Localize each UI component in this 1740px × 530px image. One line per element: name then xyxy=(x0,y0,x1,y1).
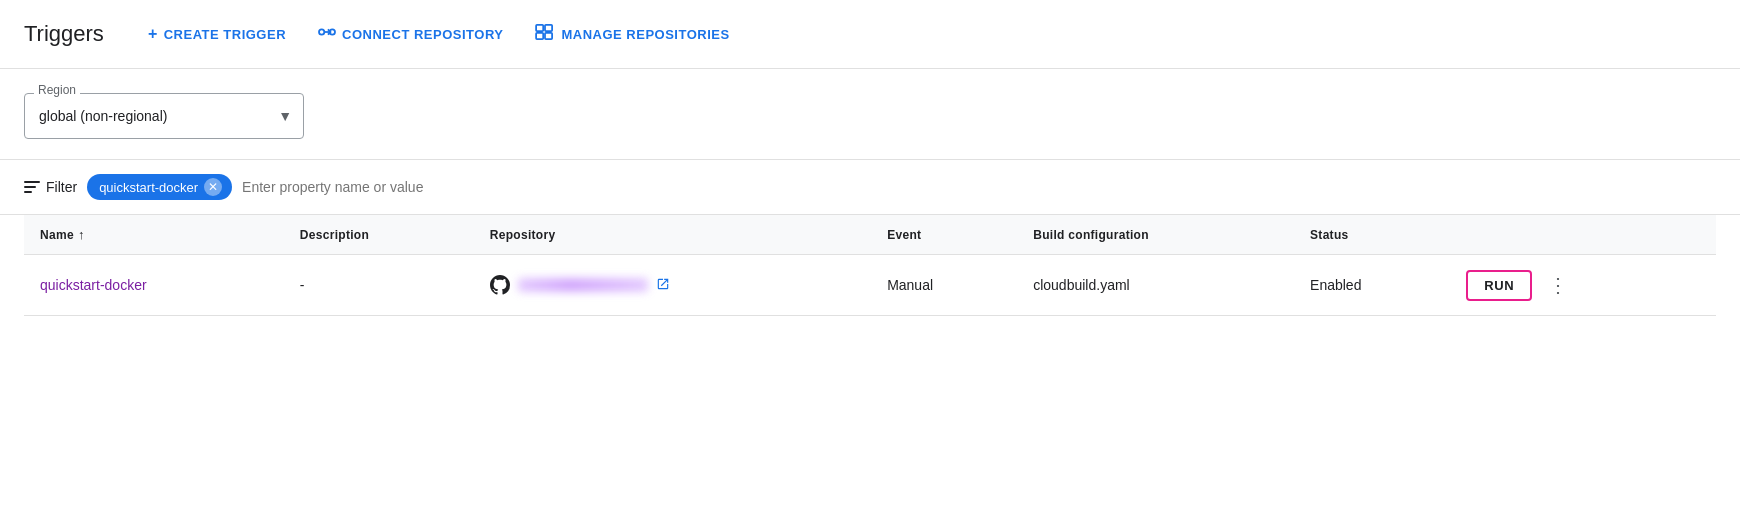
col-event: Event xyxy=(871,215,1017,255)
region-select[interactable]: global (non-regional) us-central1 us-eas… xyxy=(24,93,304,139)
filter-bar: Filter quickstart-docker ✕ xyxy=(0,160,1740,215)
repo-name-blurred xyxy=(518,278,648,292)
svg-rect-6 xyxy=(545,33,552,39)
external-link-icon[interactable] xyxy=(656,277,670,294)
trigger-build-config-cell: cloudbuild.yaml xyxy=(1017,255,1294,316)
table-row: quickstart-docker - xyxy=(24,255,1716,316)
filter-input[interactable] xyxy=(242,179,1716,195)
col-repository: Repository xyxy=(474,215,871,255)
connect-icon xyxy=(318,24,336,44)
trigger-actions-cell: RUN ⋮ xyxy=(1450,255,1716,316)
svg-point-0 xyxy=(319,29,324,34)
col-status: Status xyxy=(1294,215,1450,255)
region-selector: Region global (non-regional) us-central1… xyxy=(24,93,304,139)
page-header: Triggers + CREATE TRIGGER CONNECT REPOSI… xyxy=(0,0,1740,69)
trigger-name-link[interactable]: quickstart-docker xyxy=(40,277,147,293)
table-header-row: Name ↑ Description Repository Event Buil… xyxy=(24,215,1716,255)
region-section: Region global (non-regional) us-central1… xyxy=(0,69,1740,160)
trigger-description-cell: - xyxy=(284,255,474,316)
plus-icon: + xyxy=(148,25,158,43)
triggers-table: Name ↑ Description Repository Event Buil… xyxy=(24,215,1716,316)
github-icon xyxy=(490,275,510,295)
col-description: Description xyxy=(284,215,474,255)
page-title: Triggers xyxy=(24,21,104,47)
filter-chip-label: quickstart-docker xyxy=(99,180,198,195)
sort-icon: ↑ xyxy=(78,227,85,242)
header-actions: + CREATE TRIGGER CONNECT REPOSITORY xyxy=(136,16,742,52)
trigger-repository-cell xyxy=(474,255,871,316)
manage-repos-icon xyxy=(535,24,555,44)
trigger-status-cell: Enabled xyxy=(1294,255,1450,316)
filter-icon xyxy=(24,181,40,193)
row-actions: RUN ⋮ xyxy=(1466,269,1700,301)
connect-repository-button[interactable]: CONNECT REPOSITORY xyxy=(306,16,515,52)
more-options-button[interactable]: ⋮ xyxy=(1540,269,1576,301)
col-actions xyxy=(1450,215,1716,255)
repo-cell xyxy=(490,275,855,295)
svg-rect-5 xyxy=(537,33,544,39)
create-trigger-button[interactable]: + CREATE TRIGGER xyxy=(136,17,298,51)
svg-rect-3 xyxy=(537,25,544,31)
col-build-config: Build configuration xyxy=(1017,215,1294,255)
svg-rect-4 xyxy=(545,25,552,31)
svg-point-2 xyxy=(330,29,335,34)
triggers-table-container: Name ↑ Description Repository Event Buil… xyxy=(0,215,1740,316)
trigger-event-cell: Manual xyxy=(871,255,1017,316)
trigger-name-cell: quickstart-docker xyxy=(24,255,284,316)
manage-repositories-button[interactable]: MANAGE REPOSITORIES xyxy=(523,16,741,52)
run-button[interactable]: RUN xyxy=(1466,270,1532,301)
filter-chip: quickstart-docker ✕ xyxy=(87,174,232,200)
region-label: Region xyxy=(34,83,80,97)
col-name: Name ↑ xyxy=(24,215,284,255)
filter-chip-close-button[interactable]: ✕ xyxy=(204,178,222,196)
filter-label: Filter xyxy=(24,179,77,195)
